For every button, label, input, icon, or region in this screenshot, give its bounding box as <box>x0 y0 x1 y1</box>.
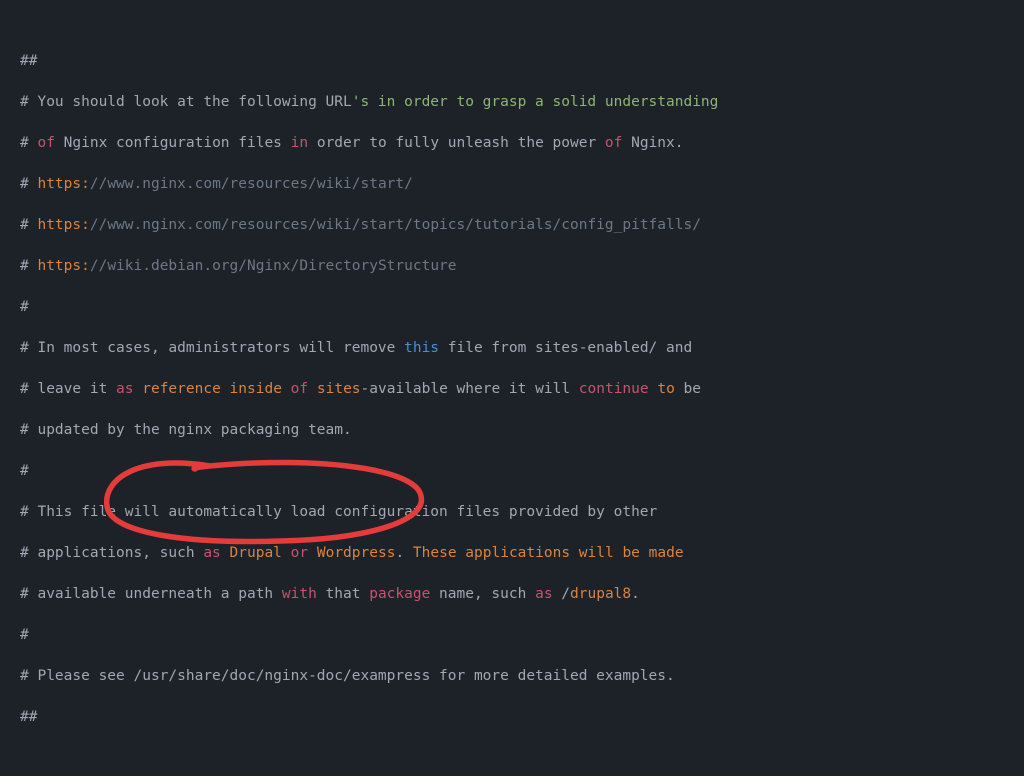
code-line: # leave it as reference inside of sites-… <box>20 379 1024 400</box>
code-line: # applications, such as Drupal or Wordpr… <box>20 543 1024 564</box>
code-line: # In most cases, administrators will rem… <box>20 338 1024 359</box>
code-line: # This file will automatically load conf… <box>20 502 1024 523</box>
code-line: # https://www.nginx.com/resources/wiki/s… <box>20 174 1024 195</box>
code-line <box>20 748 1024 769</box>
code-line: # <box>20 461 1024 482</box>
code-line: # Please see /usr/share/doc/nginx-doc/ex… <box>20 666 1024 687</box>
code-line: # https://wiki.debian.org/Nginx/Director… <box>20 256 1024 277</box>
code-line: # updated by the nginx packaging team. <box>20 420 1024 441</box>
code-line: # https://www.nginx.com/resources/wiki/s… <box>20 215 1024 236</box>
code-line: ## <box>20 707 1024 728</box>
code-line: # You should look at the following URL's… <box>20 92 1024 113</box>
code-line: # of Nginx configuration files in order … <box>20 133 1024 154</box>
code-editor-view: ## # You should look at the following UR… <box>0 0 1024 776</box>
code-line: ## <box>20 51 1024 72</box>
code-line: # <box>20 297 1024 318</box>
code-line: # available underneath a path with that … <box>20 584 1024 605</box>
code-line: # <box>20 625 1024 646</box>
